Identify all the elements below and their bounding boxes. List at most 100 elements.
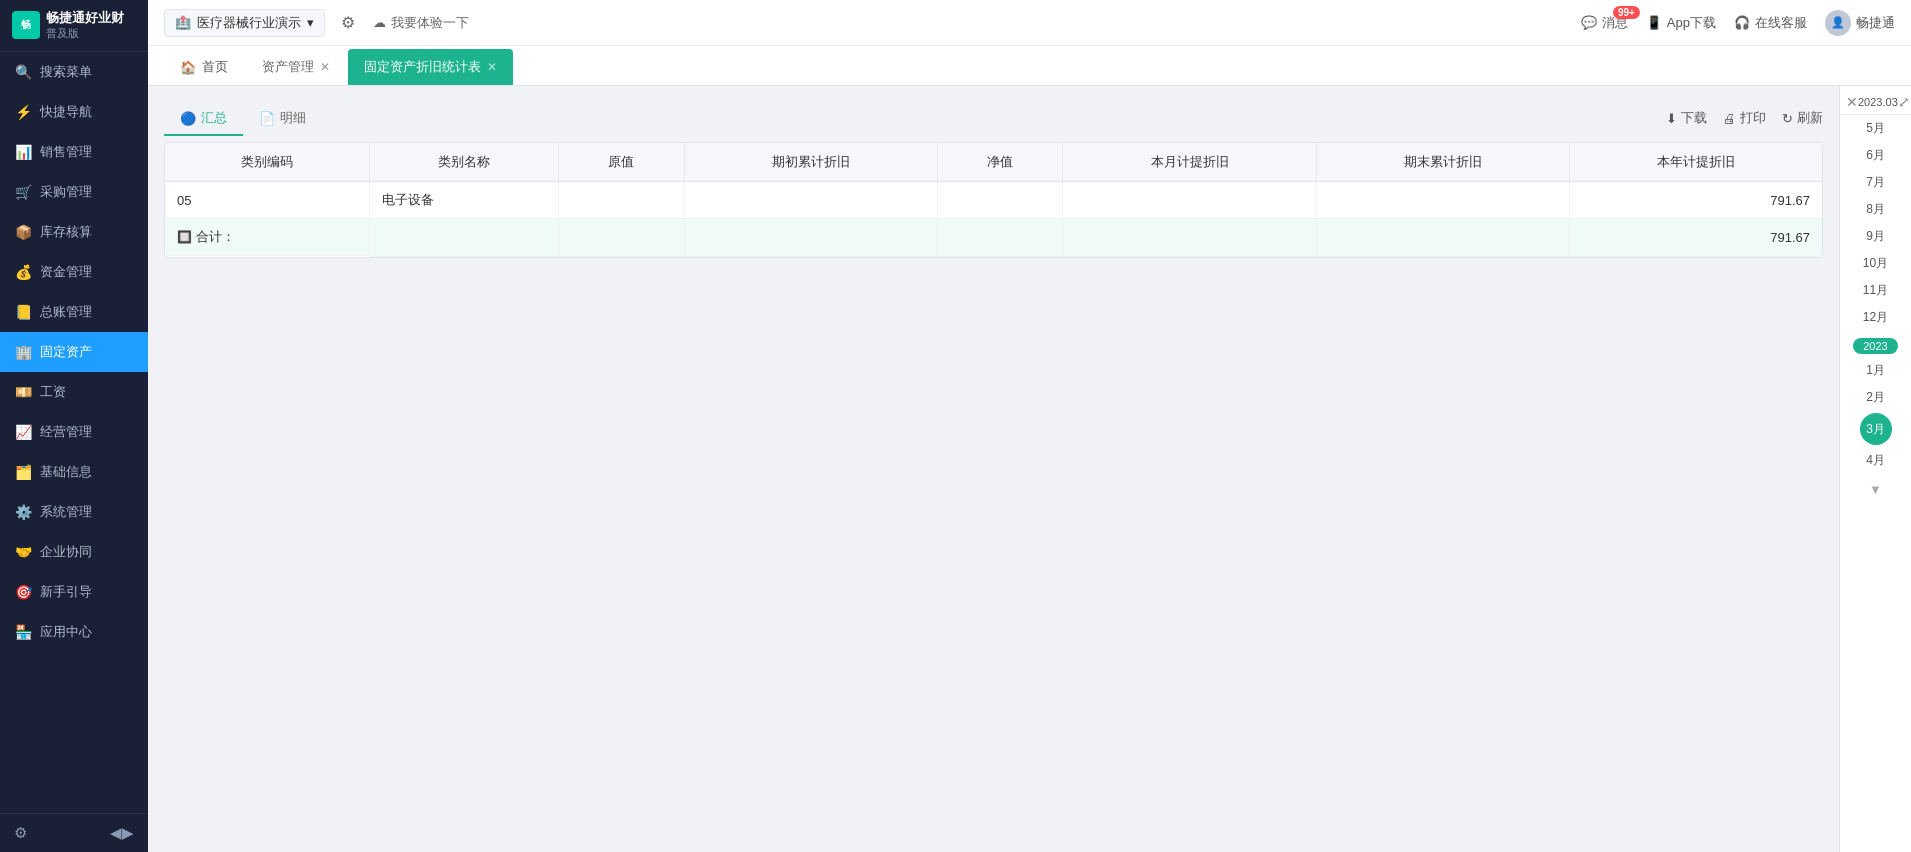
- fixed-icon: 🏢: [14, 343, 32, 361]
- sidebar-item-finance[interactable]: 💰 资金管理: [0, 252, 148, 292]
- month-item[interactable]: 12月: [1857, 304, 1894, 331]
- sidebar-item-search[interactable]: 🔍 搜索菜单: [0, 52, 148, 92]
- refresh-btn[interactable]: ↻ 刷新: [1782, 109, 1823, 127]
- content-area: 🔵 汇总 📄 明细 ⬇ 下载: [148, 86, 1911, 852]
- refresh-icon: ↻: [1782, 111, 1793, 126]
- date-panel-title: 2023.03: [1858, 96, 1898, 108]
- sidebar-item-fixed[interactable]: 🏢 固定资产: [0, 332, 148, 372]
- sidebar-item-guide[interactable]: 🎯 新手引导: [0, 572, 148, 612]
- subtab-detail[interactable]: 📄 明细: [243, 102, 322, 136]
- month-item[interactable]: 11月: [1857, 277, 1894, 304]
- sidebar-label-apps: 应用中心: [40, 623, 92, 641]
- tab-depreciation[interactable]: 固定资产折旧统计表 ✕: [348, 49, 513, 85]
- print-btn[interactable]: 🖨 打印: [1723, 109, 1766, 127]
- user-name: 畅捷通: [1856, 14, 1895, 32]
- sidebar-item-inventory[interactable]: 📦 库存核算: [0, 212, 148, 252]
- cloud-icon: ☁: [373, 15, 386, 30]
- purchase-icon: 🛒: [14, 183, 32, 201]
- quicknav-icon: ⚡: [14, 103, 32, 121]
- sidebar-item-payroll[interactable]: 💴 工资: [0, 372, 148, 412]
- sidebar-item-system[interactable]: ⚙️ 系统管理: [0, 492, 148, 532]
- payroll-icon: 💴: [14, 383, 32, 401]
- apps-icon: 🏪: [14, 623, 32, 641]
- collapse-icon[interactable]: ◀▶: [110, 824, 134, 842]
- subtab-summary[interactable]: 🔵 汇总: [164, 102, 243, 136]
- months-2023: 1月 2月 3月 4月: [1840, 357, 1911, 474]
- subtab-bar: 🔵 汇总 📄 明细: [164, 102, 1666, 134]
- month-jan[interactable]: 1月: [1860, 357, 1891, 384]
- date-panel-expand-icon[interactable]: ⤢: [1898, 94, 1910, 110]
- subtab-detail-label: 明细: [280, 109, 306, 127]
- sidebar-item-sales[interactable]: 📊 销售管理: [0, 132, 148, 172]
- expand-icon: 🔲: [177, 230, 192, 244]
- system-icon: ⚙️: [14, 503, 32, 521]
- sidebar-item-ledger[interactable]: 📒 总账管理: [0, 292, 148, 332]
- month-item[interactable]: 8月: [1860, 196, 1891, 223]
- month-item[interactable]: 7月: [1860, 169, 1891, 196]
- user-menu[interactable]: 👤 畅捷通: [1825, 10, 1895, 36]
- download-btn[interactable]: ⬇ 下载: [1666, 109, 1707, 127]
- inventory-icon: 📦: [14, 223, 32, 241]
- col-code: 类别编码: [165, 143, 369, 182]
- month-apr[interactable]: 4月: [1860, 447, 1891, 474]
- experience-btn[interactable]: ☁ 我要体验一下: [373, 14, 469, 32]
- chevron-down-icon: ▾: [307, 15, 314, 30]
- online-service-btn[interactable]: 🎧 在线客服: [1734, 14, 1807, 32]
- sidebar-label-purchase: 采购管理: [40, 183, 92, 201]
- sidebar-label-basic: 基础信息: [40, 463, 92, 481]
- tab-home-label: 首页: [202, 58, 228, 76]
- date-panel: ✕ 2023.03 ⤢ 5月 6月 7月 8月 9月 10月 11月 12月 2…: [1839, 86, 1911, 852]
- cell-annual-dep: 791.67: [1570, 182, 1822, 219]
- sidebar-label-quicknav: 快捷导航: [40, 103, 92, 121]
- month-item[interactable]: 6月: [1860, 142, 1891, 169]
- sidebar-item-operations[interactable]: 📈 经营管理: [0, 412, 148, 452]
- home-icon: 🏠: [180, 60, 196, 75]
- app-download-btn[interactable]: 📱 App下载: [1646, 14, 1716, 32]
- sidebar-label-guide: 新手引导: [40, 583, 92, 601]
- sidebar-item-basic[interactable]: 🗂️ 基础信息: [0, 452, 148, 492]
- download-icon: 📱: [1646, 15, 1662, 30]
- app-title-block: 畅捷通好业财 普及版: [46, 10, 124, 41]
- company-selector[interactable]: 🏥 医疗器械行业演示 ▾: [164, 9, 325, 37]
- cell-ending-dep: [1316, 182, 1569, 219]
- messages-btn[interactable]: 💬 消息 99+: [1581, 14, 1628, 32]
- sales-icon: 📊: [14, 143, 32, 161]
- ledger-icon: 📒: [14, 303, 32, 321]
- sidebar-footer: ⚙ ◀▶: [0, 813, 148, 852]
- tab-depreciation-close[interactable]: ✕: [487, 60, 497, 74]
- scroll-down-icon[interactable]: ▼: [1840, 478, 1911, 501]
- app-title: 畅捷通好业财: [46, 10, 124, 26]
- col-original: 原值: [559, 143, 684, 182]
- sidebar: 畅 畅捷通好业财 普及版 🔍 搜索菜单 ⚡ 快捷导航 📊 销售管理 🛒 采购管理…: [0, 0, 148, 852]
- guide-icon: 🎯: [14, 583, 32, 601]
- table-row: 05 电子设备 791.67: [165, 182, 1822, 219]
- tab-assets-close[interactable]: ✕: [320, 60, 330, 74]
- date-panel-close-icon[interactable]: ✕: [1846, 94, 1858, 110]
- month-item[interactable]: 9月: [1860, 223, 1891, 250]
- sidebar-item-purchase[interactable]: 🛒 采购管理: [0, 172, 148, 212]
- month-item[interactable]: 10月: [1857, 250, 1894, 277]
- sidebar-label-system: 系统管理: [40, 503, 92, 521]
- month-feb[interactable]: 2月: [1860, 384, 1891, 411]
- tab-home[interactable]: 🏠 首页: [164, 49, 244, 85]
- settings-icon[interactable]: ⚙: [341, 13, 355, 32]
- sidebar-item-quicknav[interactable]: ⚡ 快捷导航: [0, 92, 148, 132]
- month-mar[interactable]: 3月: [1860, 413, 1892, 445]
- cell-initial-dep: [684, 182, 937, 219]
- service-icon: 🎧: [1734, 15, 1750, 30]
- sidebar-item-collab[interactable]: 🤝 企业协同: [0, 532, 148, 572]
- month-item[interactable]: 5月: [1860, 115, 1891, 142]
- col-net: 净值: [938, 143, 1063, 182]
- topbar-right: 💬 消息 99+ 📱 App下载 🎧 在线客服 👤 畅捷通: [1581, 10, 1895, 36]
- sidebar-label-collab: 企业协同: [40, 543, 92, 561]
- toolbar: ⬇ 下载 🖨 打印 ↻ 刷新: [1666, 109, 1823, 127]
- year-badge-2023: 2023: [1853, 338, 1897, 354]
- summary-net: [938, 219, 1063, 257]
- date-panel-header: ✕ 2023.03 ⤢: [1840, 86, 1911, 115]
- settings-icon[interactable]: ⚙: [14, 824, 27, 842]
- content-inner: 🔵 汇总 📄 明细 ⬇ 下载: [164, 102, 1823, 258]
- tab-assets-label: 资产管理: [262, 58, 314, 76]
- summary-name: [369, 219, 558, 257]
- tab-assets[interactable]: 资产管理 ✕: [246, 49, 346, 85]
- sidebar-item-apps[interactable]: 🏪 应用中心: [0, 612, 148, 652]
